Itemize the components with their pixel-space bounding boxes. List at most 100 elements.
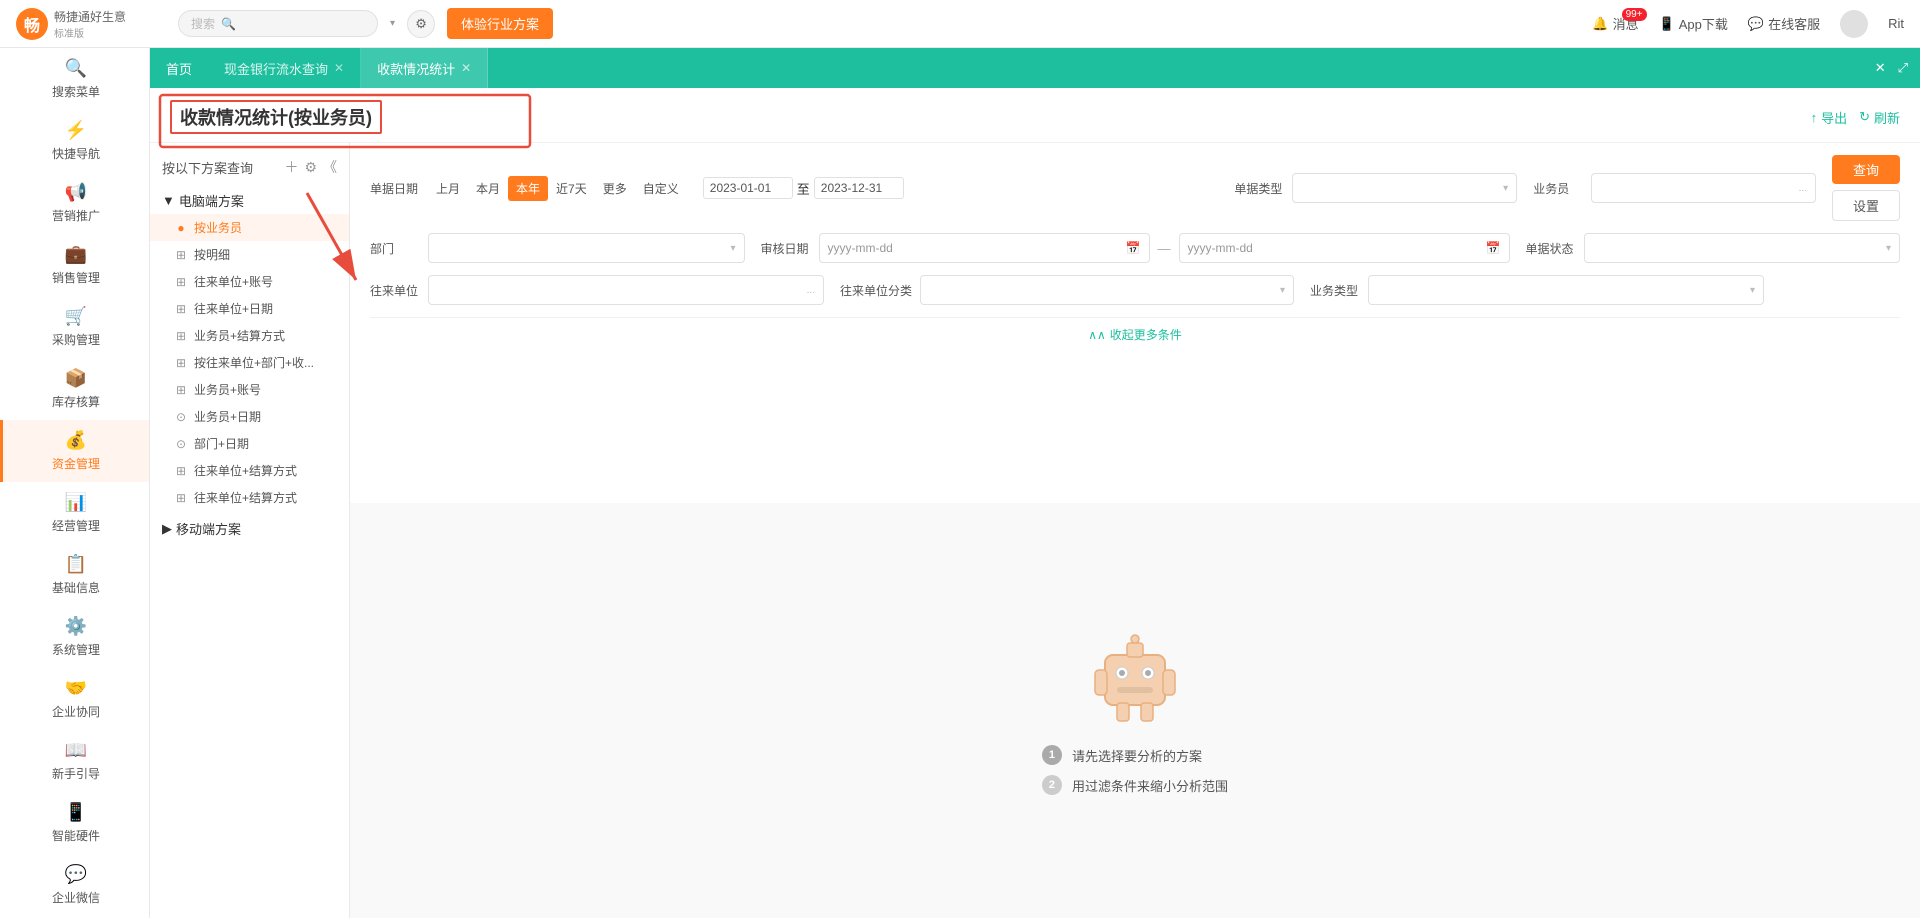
query-button[interactable]: 查询 (1832, 155, 1900, 184)
sidebar-item-system[interactable]: ⚙️ 系统管理 (0, 606, 149, 668)
sidebar-item-basic[interactable]: 📋 基础信息 (0, 544, 149, 606)
service-icon: 💬 (1748, 16, 1764, 32)
sidebar-item-guide[interactable]: 📖 新手引导 (0, 730, 149, 792)
sidebar-item-quicknav[interactable]: ⚡ 快捷导航 (0, 110, 149, 172)
tab-maximize-icon[interactable]: ⤢ (1898, 60, 1908, 76)
scheme-item-by-salesperson[interactable]: ● 按业务员 (150, 214, 349, 241)
scheme-item-icon-ps2: ⊞ (174, 491, 188, 505)
review-to-text: yyyy-mm-dd (1188, 241, 1253, 255)
scheme-item-detail[interactable]: ⊞ 按明细 (150, 241, 349, 268)
date-range: 至 (703, 177, 904, 199)
review-from-input[interactable]: yyyy-mm-dd 📅 (819, 233, 1150, 263)
scheme-item-salesperson-account[interactable]: ⊞ 业务员+账号 (150, 376, 349, 403)
trial-button[interactable]: 体验行业方案 (447, 8, 553, 39)
sidebar-label-basic: 基础信息 (52, 579, 100, 596)
date-btn-this-year[interactable]: 本年 (508, 176, 548, 201)
date-to-input[interactable] (814, 177, 904, 199)
salesperson-more-icon[interactable]: ... (1799, 183, 1807, 194)
sidebar-label-quicknav: 快捷导航 (52, 145, 100, 162)
salesperson-input[interactable]: ... (1591, 173, 1816, 203)
date-btn-more[interactable]: 更多 (595, 176, 635, 201)
salesperson-label: 业务员 (1533, 180, 1583, 197)
search-text: 搜索 (191, 15, 215, 32)
tab-close-all-icon[interactable]: ✕ (1875, 60, 1886, 76)
docstatus-dropdown-icon: ▾ (1886, 243, 1891, 254)
date-btn-last-month[interactable]: 上月 (428, 176, 468, 201)
scheme-item-partner-settle1[interactable]: ⊞ 往来单位+结算方式 (150, 457, 349, 484)
scheme-item-partner-dept[interactable]: ⊞ 按往来单位+部门+收... (150, 349, 349, 376)
biztype-input[interactable]: ▾ (1368, 275, 1764, 305)
date-btn-custom[interactable]: 自定义 (635, 176, 687, 201)
sidebar-item-search[interactable]: 🔍 搜索菜单 (0, 48, 149, 110)
scheme-panel: 按以下方案查询 ＋ ⚙ 《 ▼ 电脑端方案 (150, 143, 350, 918)
sidebar-label-finance: 资金管理 (52, 455, 100, 472)
add-scheme-icon[interactable]: ＋ (284, 157, 298, 177)
sidebar-item-collab[interactable]: 🤝 企业协同 (0, 668, 149, 730)
main-wrapper: 🔍 搜索菜单 ⚡ 快捷导航 📢 营销推广 💼 销售管理 🛒 采购管理 📦 库存核… (0, 48, 1920, 918)
scheme-item-salesperson-settle[interactable]: ⊞ 业务员+结算方式 (150, 322, 349, 349)
scheme-item-partner-settle2[interactable]: ⊞ 往来单位+结算方式 (150, 484, 349, 511)
docstatus-input[interactable]: ▾ (1584, 233, 1901, 263)
date-btn-7days[interactable]: 近7天 (548, 176, 595, 201)
biztype-label: 业务类型 (1310, 282, 1360, 299)
step-num-1: 1 (1042, 745, 1062, 765)
scheme-group-desktop-title[interactable]: ▼ 电脑端方案 (150, 187, 349, 214)
collapse-scheme-icon[interactable]: 《 (323, 157, 337, 177)
scheme-item-icon-detail: ⊞ (174, 248, 188, 262)
sidebar-item-inventory[interactable]: 📦 库存核算 (0, 358, 149, 420)
tab-bank-flow-close[interactable]: ✕ (334, 61, 344, 75)
calendar-icon-from[interactable]: 📅 (1126, 241, 1141, 255)
tab-bank-flow[interactable]: 现金银行流水查询 ✕ (208, 48, 361, 88)
tab-collection-stats-close[interactable]: ✕ (461, 61, 471, 75)
date-from-input[interactable] (703, 177, 793, 199)
tab-home[interactable]: 首页 (150, 48, 208, 88)
date-btn-this-month[interactable]: 本月 (468, 176, 508, 201)
collapse-bar[interactable]: ∧∧ 收起更多条件 (370, 317, 1900, 351)
review-date-separator: — (1158, 241, 1171, 256)
sidebar-item-sales[interactable]: 💼 销售管理 (0, 234, 149, 296)
scheme-item-icon-salesperson: ● (174, 221, 188, 235)
message-button[interactable]: 🔔 消息 99+ (1592, 14, 1638, 33)
settings-button[interactable]: ⚙ (407, 10, 435, 38)
date-separator: 至 (797, 179, 810, 198)
tab-collection-stats[interactable]: 收款情况统计 ✕ (361, 48, 488, 88)
sidebar-label-wechat: 企业微信 (52, 889, 100, 906)
dropdown-arrow-icon[interactable]: ▾ (390, 18, 395, 29)
sidebar-item-marketing[interactable]: 📢 营销推广 (0, 172, 149, 234)
calendar-icon-to[interactable]: 📅 (1486, 241, 1501, 255)
filter-panel: 单据日期 上月 本月 本年 近7天 更多 自定义 (350, 143, 1920, 503)
scheme-item-dept-date[interactable]: ⊙ 部门+日期 (150, 430, 349, 457)
sidebar-item-operations[interactable]: 📊 经营管理 (0, 482, 149, 544)
scheme-item-partner-date[interactable]: ⊞ 往来单位+日期 (150, 295, 349, 322)
partner-category-input[interactable]: ▾ (920, 275, 1294, 305)
refresh-button[interactable]: ↻ 刷新 (1859, 108, 1900, 127)
setting-button[interactable]: 设置 (1832, 190, 1900, 221)
partner-more-icon[interactable]: ... (807, 285, 815, 296)
logo-text: 畅捷通好生意 (54, 8, 126, 25)
page-title: 收款情况统计(按业务员) (170, 100, 382, 134)
collapse-label: 收起更多条件 (1110, 326, 1182, 343)
app-download-button[interactable]: 📱 App下载 (1659, 14, 1728, 33)
doctype-input[interactable]: ▾ (1292, 173, 1517, 203)
online-service-button[interactable]: 💬 在线客服 (1748, 14, 1820, 33)
settings-scheme-icon[interactable]: ⚙ (304, 159, 317, 176)
scheme-group-mobile: ▶ 移动端方案 (150, 515, 349, 542)
step-2-text: 用过滤条件来缩小分析范围 (1072, 776, 1228, 795)
sidebar-item-purchase[interactable]: 🛒 采购管理 (0, 296, 149, 358)
scheme-item-partner-account[interactable]: ⊞ 往来单位+账号 (150, 268, 349, 295)
sidebar-item-finance[interactable]: 💰 资金管理 (0, 420, 149, 482)
sidebar-item-hardware[interactable]: 📱 智能硬件 (0, 792, 149, 854)
review-to-input[interactable]: yyyy-mm-dd 📅 (1179, 233, 1510, 263)
sidebar-item-wechat[interactable]: 💬 企业微信 (0, 854, 149, 916)
export-button[interactable]: ↑ 导出 (1811, 108, 1848, 127)
refresh-label: 刷新 (1874, 108, 1900, 127)
sidebar: 🔍 搜索菜单 ⚡ 快捷导航 📢 营销推广 💼 销售管理 🛒 采购管理 📦 库存核… (0, 48, 150, 918)
sidebar-label-system: 系统管理 (52, 641, 100, 658)
top-search-bar[interactable]: 搜索 🔍 (178, 10, 378, 37)
dept-input[interactable]: ▾ (428, 233, 745, 263)
user-avatar[interactable] (1840, 10, 1868, 38)
sidebar-label-guide: 新手引导 (52, 765, 100, 782)
scheme-item-salesperson-date[interactable]: ⊙ 业务员+日期 (150, 403, 349, 430)
scheme-group-mobile-title[interactable]: ▶ 移动端方案 (150, 515, 349, 542)
partner-input[interactable]: ... (428, 275, 824, 305)
